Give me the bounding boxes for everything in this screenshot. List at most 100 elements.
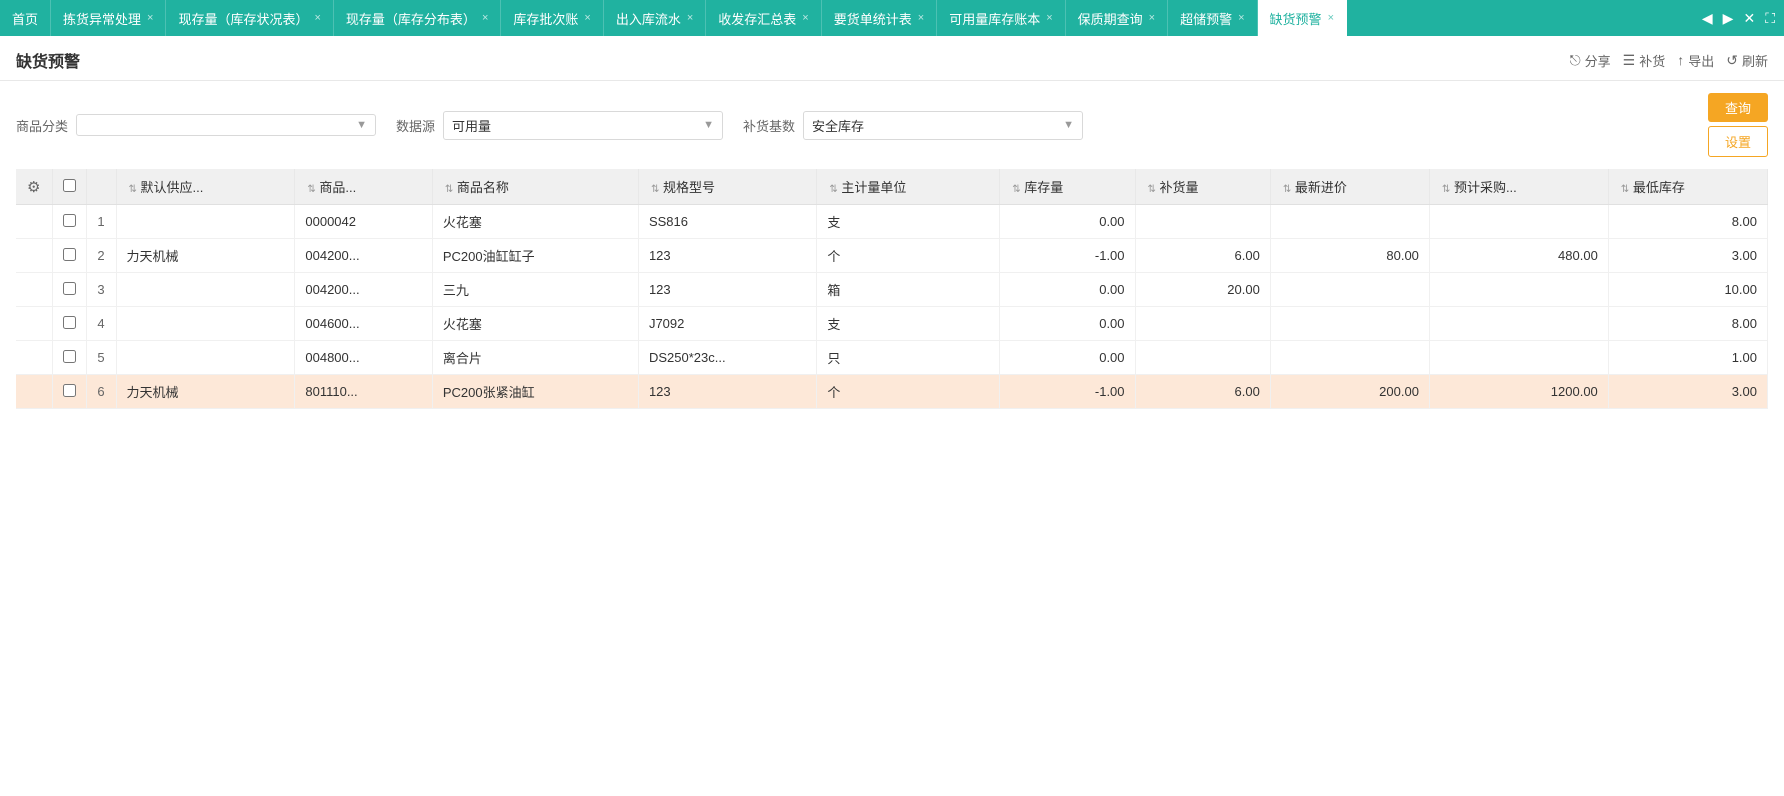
td-replenish-1: 6.00 xyxy=(1135,239,1270,273)
tab-order-stats[interactable]: 要货单统计表 × xyxy=(822,0,937,36)
datasource-filter-group: 数据源 可用量 ▼ xyxy=(396,111,723,140)
row-checkbox-3[interactable] xyxy=(63,316,76,329)
tab-close-shortage-warn[interactable]: × xyxy=(1328,12,1334,24)
td-estimated-1: 480.00 xyxy=(1429,239,1608,273)
td-min-stock-5: 3.00 xyxy=(1608,375,1767,409)
td-estimated-5: 1200.00 xyxy=(1429,375,1608,409)
td-spec-1: 123 xyxy=(638,239,816,273)
th-row-num xyxy=(86,169,116,205)
row-checkbox-0[interactable] xyxy=(63,214,76,227)
td-replenish-2: 20.00 xyxy=(1135,273,1270,307)
th-product-name: ⇅ 商品名称 xyxy=(432,169,638,205)
tab-inventory-status[interactable]: 现存量（库存状况表） × xyxy=(166,0,333,36)
tab-receipt-summary[interactable]: 收发存汇总表 × xyxy=(706,0,821,36)
tab-flow[interactable]: 出入库流水 × xyxy=(604,0,706,36)
td-price-5: 200.00 xyxy=(1270,375,1429,409)
tab-nav-close-others[interactable]: ✕ xyxy=(1738,0,1760,36)
tab-overstock-warn[interactable]: 超储预警 × xyxy=(1168,0,1257,36)
share-button[interactable]: ⎋ 分享 xyxy=(1570,51,1611,70)
replenish-base-value: 安全库存 xyxy=(812,116,864,135)
td-name-2: 三九 xyxy=(432,273,638,307)
filter-bar: 商品分类 ▼ 数据源 可用量 ▼ 补货基数 安全库存 ▼ 查询 设置 xyxy=(0,81,1784,169)
th-latest-price: ⇅ 最新进价 xyxy=(1270,169,1429,205)
td-unit-5: 个 xyxy=(817,375,1000,409)
export-button[interactable]: ↑ 导出 xyxy=(1677,51,1714,70)
sort-icon-supplier[interactable]: ⇅ xyxy=(129,184,137,195)
tab-batch-ledger[interactable]: 库存批次账 × xyxy=(501,0,603,36)
sort-icon-stock[interactable]: ⇅ xyxy=(1012,184,1020,195)
category-label: 商品分类 xyxy=(16,116,68,135)
query-button[interactable]: 查询 xyxy=(1708,93,1768,122)
td-min-stock-3: 8.00 xyxy=(1608,307,1767,341)
sort-icon-spec[interactable]: ⇅ xyxy=(651,184,659,195)
tab-close-receipt-summary[interactable]: × xyxy=(802,12,808,24)
export-icon: ↑ xyxy=(1677,52,1684,68)
tab-home[interactable]: 首页 xyxy=(0,0,51,36)
sort-icon-min-stock[interactable]: ⇅ xyxy=(1621,184,1629,195)
tab-inventory-dist[interactable]: 现存量（库存分布表） × xyxy=(334,0,501,36)
tab-nav-prev[interactable]: ◀ xyxy=(1697,0,1718,36)
td-stock-1: -1.00 xyxy=(1000,239,1135,273)
td-estimated-3 xyxy=(1429,307,1608,341)
sort-icon-code[interactable]: ⇅ xyxy=(307,184,315,195)
tab-available-ledger[interactable]: 可用量库存账本 × xyxy=(937,0,1065,36)
td-checkbox-3 xyxy=(52,307,86,341)
tab-close-batch-ledger[interactable]: × xyxy=(584,12,590,24)
th-stock: ⇅ 库存量 xyxy=(1000,169,1135,205)
td-price-3 xyxy=(1270,307,1429,341)
td-price-1: 80.00 xyxy=(1270,239,1429,273)
settings-button[interactable]: 设置 xyxy=(1708,126,1768,157)
refresh-button[interactable]: ↺ 刷新 xyxy=(1726,51,1768,70)
row-checkbox-1[interactable] xyxy=(63,248,76,261)
td-spec-0: SS816 xyxy=(638,205,816,239)
refresh-icon: ↺ xyxy=(1726,52,1738,69)
tab-close-inventory-status[interactable]: × xyxy=(314,12,320,24)
td-estimated-2 xyxy=(1429,273,1608,307)
row-checkbox-2[interactable] xyxy=(63,282,76,295)
td-name-3: 火花塞 xyxy=(432,307,638,341)
td-stock-0: 0.00 xyxy=(1000,205,1135,239)
td-stock-4: 0.00 xyxy=(1000,341,1135,375)
sort-icon-replenish[interactable]: ⇅ xyxy=(1148,184,1156,195)
select-all-checkbox[interactable] xyxy=(63,179,76,192)
header-actions: ⎋ 分享 ☰ 补货 ↑ 导出 ↺ 刷新 xyxy=(1570,51,1768,70)
row-checkbox-4[interactable] xyxy=(63,350,76,363)
tab-close-order-stats[interactable]: × xyxy=(918,12,924,24)
tab-close-expiry-query[interactable]: × xyxy=(1149,12,1155,24)
td-replenish-3 xyxy=(1135,307,1270,341)
td-unit-2: 箱 xyxy=(817,273,1000,307)
table-body: 1 0000042 火花塞 SS816 支 0.00 8.00 2 力天机械 0… xyxy=(16,205,1768,409)
td-checkbox-0 xyxy=(52,205,86,239)
td-checkbox-2 xyxy=(52,273,86,307)
tab-close-inventory-dist[interactable]: × xyxy=(482,12,488,24)
row-checkbox-5[interactable] xyxy=(63,384,76,397)
column-settings-icon[interactable]: ⚙ xyxy=(27,179,40,196)
tab-expiry-query[interactable]: 保质期查询 × xyxy=(1066,0,1168,36)
datasource-arrow-icon: ▼ xyxy=(703,119,714,131)
td-supplier-4 xyxy=(116,341,295,375)
td-rownum-3: 4 xyxy=(86,307,116,341)
table-header: ⚙ ⇅ 默认供应... ⇅ 商品... ⇅ xyxy=(16,169,1768,205)
tab-close-defect-process[interactable]: × xyxy=(147,12,153,24)
tab-nav-fullscreen[interactable]: ⛶ xyxy=(1760,0,1780,36)
td-checkbox-1 xyxy=(52,239,86,273)
sort-icon-name[interactable]: ⇅ xyxy=(445,184,453,195)
sort-icon-price[interactable]: ⇅ xyxy=(1283,184,1291,195)
sort-icon-estimated[interactable]: ⇅ xyxy=(1442,184,1450,195)
replenish-button[interactable]: ☰ 补货 xyxy=(1623,51,1666,70)
td-unit-4: 只 xyxy=(817,341,1000,375)
td-min-stock-2: 10.00 xyxy=(1608,273,1767,307)
sort-icon-unit[interactable]: ⇅ xyxy=(829,184,837,195)
tab-close-available-ledger[interactable]: × xyxy=(1046,12,1052,24)
td-name-4: 离合片 xyxy=(432,341,638,375)
td-rownum-1: 2 xyxy=(86,239,116,273)
category-select[interactable]: ▼ xyxy=(76,114,376,136)
tab-shortage-warn[interactable]: 缺货预警 × xyxy=(1258,0,1347,36)
tab-defect-process[interactable]: 拣货异常处理 × xyxy=(51,0,166,36)
tab-close-overstock-warn[interactable]: × xyxy=(1238,12,1244,24)
tab-close-flow[interactable]: × xyxy=(687,12,693,24)
th-replenish-qty: ⇅ 补货量 xyxy=(1135,169,1270,205)
replenish-base-select[interactable]: 安全库存 ▼ xyxy=(803,111,1083,140)
datasource-select[interactable]: 可用量 ▼ xyxy=(443,111,723,140)
tab-nav-next[interactable]: ▶ xyxy=(1718,0,1739,36)
